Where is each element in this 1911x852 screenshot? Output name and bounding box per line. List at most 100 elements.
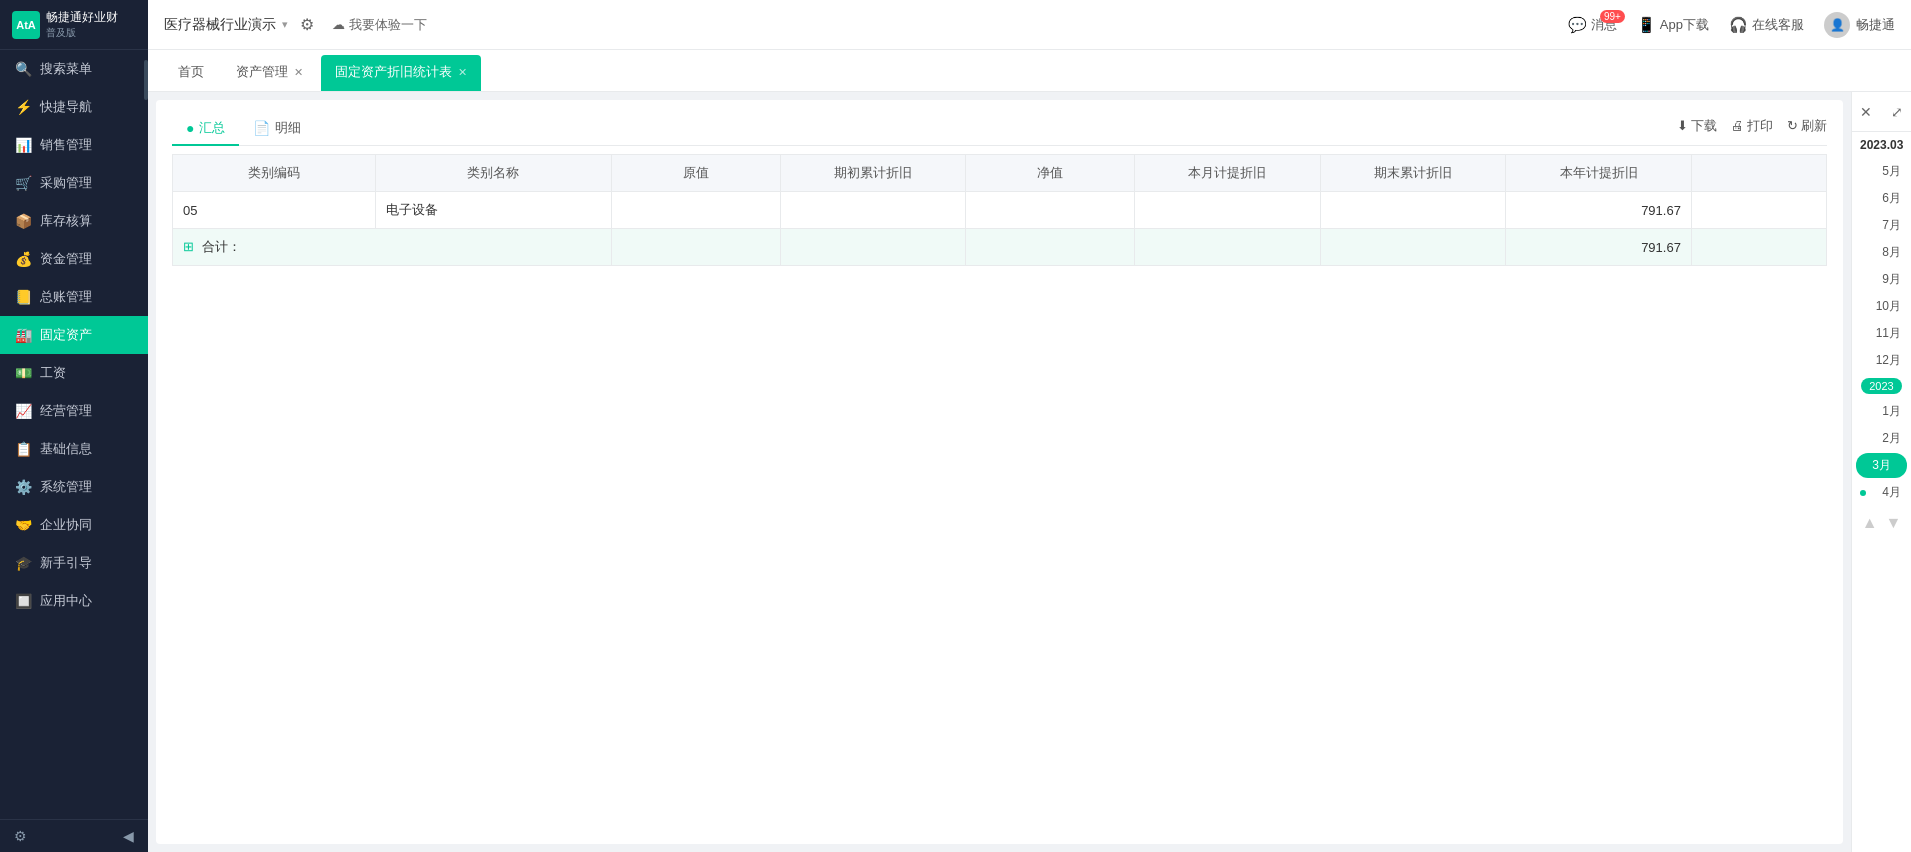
tab-fixed-asset-dep[interactable]: 固定资产折旧统计表 ✕ [321,55,481,91]
tabs-bar: 首页 资产管理 ✕ 固定资产折旧统计表 ✕ [148,50,1911,92]
sidebar-item-sales[interactable]: 📊 销售管理 [0,126,148,164]
month-10[interactable]: 10月 [1852,293,1911,320]
sub-tab-detail[interactable]: 📄 明细 [239,112,315,146]
month-12[interactable]: 12月 [1852,347,1911,374]
chevron-up-icon[interactable]: ▲ [1862,514,1878,532]
summary-icon: ● [186,120,194,136]
download-icon: 📱 [1637,16,1656,34]
summary-original [611,229,780,266]
table-row: 05 电子设备 791.67 [173,192,1827,229]
sidebar-item-fixed-assets[interactable]: 🏭 固定资产 [0,316,148,354]
online-service-button[interactable]: 🎧 在线客服 [1729,16,1804,34]
month-5[interactable]: 5月 [1852,158,1911,185]
message-icon: 💬 [1568,16,1587,34]
header-original: 原值 [611,155,780,192]
user-profile[interactable]: 👤 畅捷通 [1824,12,1895,38]
service-icon: 🎧 [1729,16,1748,34]
experience-label: 我要体验一下 [349,16,427,34]
right-panel-header: ✕ ⤢ [1852,92,1911,132]
sidebar-item-purchase[interactable]: 🛒 采购管理 [0,164,148,202]
tab-home[interactable]: 首页 [164,55,218,91]
app-center-icon: 🔲 [14,592,32,610]
sub-tabs: ● 汇总 📄 明细 [172,112,315,145]
tab-asset-mgmt[interactable]: 资产管理 ✕ [222,55,317,91]
sidebar-item-ledger[interactable]: 📒 总账管理 [0,278,148,316]
ledger-icon: 📒 [14,288,32,306]
sidebar-item-quicknav[interactable]: ⚡ 快捷导航 [0,88,148,126]
sidebar-item-search[interactable]: 🔍 搜索菜单 [0,50,148,88]
cell-original [611,192,780,229]
inventory-icon: 📦 [14,212,32,230]
expand-panel-icon[interactable]: ⤢ [1891,104,1903,120]
fixed-assets-icon: 🏭 [14,326,32,344]
panel-bottom-actions: ▲ ▼ [1852,506,1911,540]
summary-label: ⊞ 合计： [173,229,612,266]
sidebar-item-inventory[interactable]: 📦 库存核算 [0,202,148,240]
sidebar-item-payroll[interactable]: 💵 工资 [0,354,148,392]
month-7[interactable]: 7月 [1852,212,1911,239]
sidebar-item-tutorial[interactable]: 🎓 新手引导 [0,544,148,582]
cell-month-dep [1134,192,1320,229]
header-month-dep: 本月计提折旧 [1134,155,1320,192]
sidebar-label-search: 搜索菜单 [40,60,92,78]
cell-end-accum [1320,192,1506,229]
detail-icon: 📄 [253,120,270,136]
download-button[interactable]: ⬇ 下载 [1677,117,1717,135]
year-badge: 2023 [1861,378,1901,394]
chevron-down-icon[interactable]: ▼ [1886,514,1902,532]
month-2[interactable]: 2月 [1852,425,1911,452]
payroll-icon: 💵 [14,364,32,382]
month-6[interactable]: 6月 [1852,185,1911,212]
messages-button[interactable]: 💬 消息 99 [1568,16,1617,34]
sidebar-logo: AtA 畅捷通好业财 普及版 [0,0,148,50]
sidebar-item-funds[interactable]: 💰 资金管理 [0,240,148,278]
avatar: 👤 [1824,12,1850,38]
month-8[interactable]: 8月 [1852,239,1911,266]
sidebar-item-system[interactable]: ⚙️ 系统管理 [0,468,148,506]
cell-extra [1691,192,1826,229]
download-icon: ⬇ [1677,118,1688,133]
sum-icon: ⊞ [183,239,194,254]
app-download-button[interactable]: 📱 App下载 [1637,16,1709,34]
collapse-icon[interactable]: ◀ [123,828,134,844]
tab-home-label: 首页 [178,63,204,81]
month-9[interactable]: 9月 [1852,266,1911,293]
print-label: 打印 [1747,117,1773,135]
month-3-active[interactable]: 3月 [1856,453,1907,478]
sales-icon: 📊 [14,136,32,154]
sidebar-item-operations[interactable]: 📈 经营管理 [0,392,148,430]
sidebar-item-enterprise[interactable]: 🤝 企业协同 [0,506,148,544]
chevron-down-icon: ▾ [282,18,288,31]
month-11[interactable]: 11月 [1852,320,1911,347]
toolbar: ⬇ 下载 🖨 打印 ↻ 刷新 [1677,117,1827,141]
right-panel: ✕ ⤢ 2023.03 5月 6月 7月 8月 9月 10月 11月 12月 2… [1851,92,1911,852]
sub-tab-summary[interactable]: ● 汇总 [172,112,239,146]
close-panel-icon[interactable]: ✕ [1860,104,1872,120]
cell-name: 电子设备 [375,192,611,229]
tab-asset-mgmt-close[interactable]: ✕ [294,66,303,79]
gear-icon[interactable]: ⚙ [300,15,314,34]
month-4[interactable]: 4月 [1852,479,1911,506]
experience-button[interactable]: ☁ 我要体验一下 [332,16,427,34]
header-end-accum: 期末累计折旧 [1320,155,1506,192]
settings-icon[interactable]: ⚙ [14,828,27,844]
refresh-button[interactable]: ↻ 刷新 [1787,117,1827,135]
print-button[interactable]: 🖨 打印 [1731,117,1773,135]
year-2023-section: 2023 [1852,374,1911,398]
topbar-right: 💬 消息 99 📱 App下载 🎧 在线客服 👤 畅捷通 [1568,12,1895,38]
header-accum-dep: 期初累计折旧 [780,155,966,192]
download-label: 下载 [1691,117,1717,135]
base-info-icon: 📋 [14,440,32,458]
topbar: 医疗器械行业演示 ▾ ⚙ ☁ 我要体验一下 💬 消息 99 📱 App下载 🎧 … [148,0,1911,50]
tab-fixed-asset-dep-close[interactable]: ✕ [458,66,467,79]
refresh-icon: ↻ [1787,118,1798,133]
company-selector[interactable]: 医疗器械行业演示 ▾ [164,16,288,34]
month-1[interactable]: 1月 [1852,398,1911,425]
sidebar-item-app-center[interactable]: 🔲 应用中心 [0,582,148,620]
sub-tab-summary-label: 汇总 [199,119,225,137]
cell-year-dep: 791.67 [1506,192,1692,229]
tutorial-icon: 🎓 [14,554,32,572]
username: 畅捷通 [1856,16,1895,34]
sidebar-item-base-info[interactable]: 📋 基础信息 [0,430,148,468]
main-area: 医疗器械行业演示 ▾ ⚙ ☁ 我要体验一下 💬 消息 99 📱 App下载 🎧 … [148,0,1911,852]
